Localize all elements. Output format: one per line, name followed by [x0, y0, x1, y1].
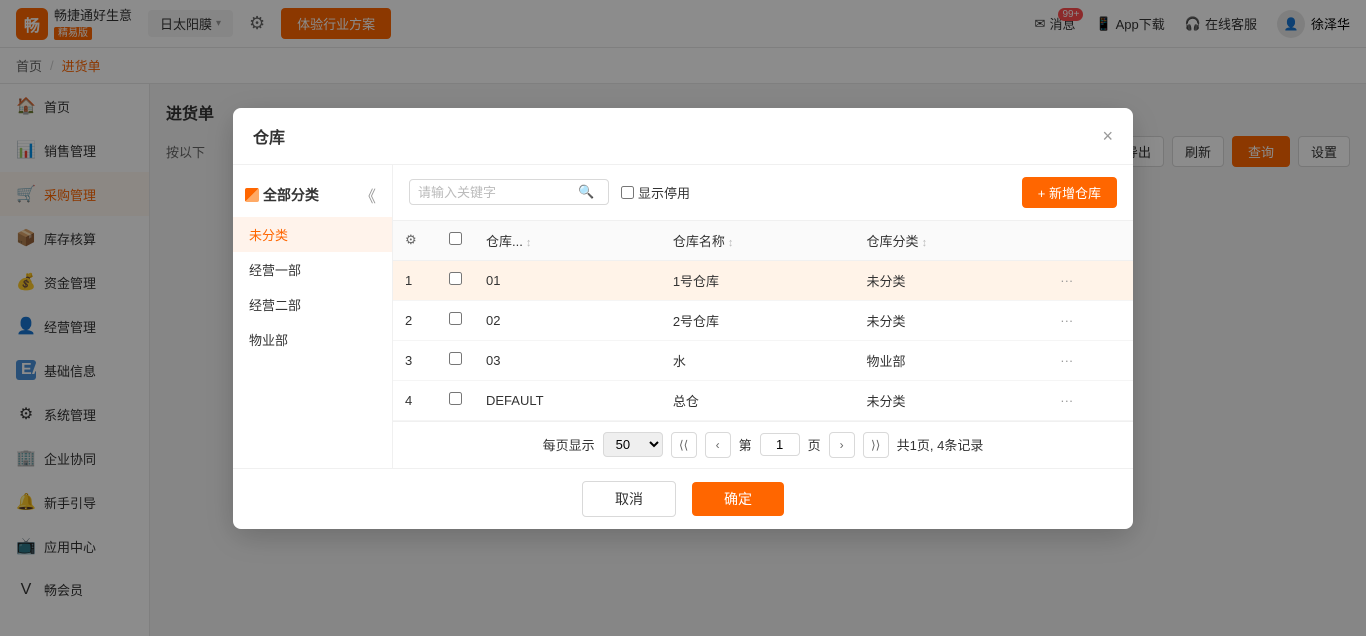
- search-icon[interactable]: 🔍: [578, 184, 594, 200]
- col-code-header[interactable]: 仓库...: [474, 221, 661, 261]
- add-warehouse-button[interactable]: + 新增仓库: [1022, 177, 1117, 208]
- row-category: 未分类: [855, 380, 1049, 420]
- row-checkbox[interactable]: [449, 352, 462, 365]
- close-icon[interactable]: ×: [1102, 127, 1113, 145]
- more-icon[interactable]: ···: [1060, 353, 1073, 368]
- row-checkbox-cell[interactable]: [437, 380, 474, 420]
- row-checkbox[interactable]: [449, 312, 462, 325]
- row-code: 01: [474, 260, 661, 300]
- warehouse-table-wrap: ⚙ 仓库... 仓库名称 仓库分类 1 01 1号仓库 未分类: [393, 221, 1133, 421]
- row-name: 1号仓库: [661, 260, 855, 300]
- category-item-property[interactable]: 物业部: [233, 322, 392, 357]
- modal-title: 仓库: [253, 124, 285, 148]
- category-label-1: 经营一部: [249, 263, 301, 278]
- next-page-button[interactable]: ›: [829, 432, 855, 458]
- category-title-text: 全部分类: [263, 185, 319, 205]
- modal-toolbar: 🔍 显示停用 + 新增仓库: [393, 165, 1133, 221]
- row-checkbox-cell[interactable]: [437, 260, 474, 300]
- warehouse-modal: 仓库 × 全部分类 《 未分类 经营一部: [233, 108, 1133, 529]
- more-icon[interactable]: ···: [1060, 393, 1073, 408]
- table-row[interactable]: 2 02 2号仓库 未分类 ···: [393, 300, 1133, 340]
- row-name: 水: [661, 340, 855, 380]
- row-code: DEFAULT: [474, 380, 661, 420]
- row-name: 2号仓库: [661, 300, 855, 340]
- select-all-checkbox[interactable]: [449, 232, 462, 245]
- row-index: 1: [393, 260, 437, 300]
- col-name-header[interactable]: 仓库名称: [661, 221, 855, 261]
- row-more-action[interactable]: ···: [1048, 380, 1133, 420]
- page-number-label: 第: [739, 435, 752, 454]
- row-name: 总仓: [661, 380, 855, 420]
- modal-action-footer: 取消 确定: [233, 468, 1133, 529]
- category-icon: [245, 188, 259, 202]
- category-item-ops1[interactable]: 经营一部: [233, 252, 392, 287]
- table-row[interactable]: 4 DEFAULT 总仓 未分类 ···: [393, 380, 1133, 420]
- row-code: 02: [474, 300, 661, 340]
- row-more-action[interactable]: ···: [1048, 260, 1133, 300]
- total-info: 共1页, 4条记录: [897, 435, 984, 454]
- show-disabled-checkbox[interactable]: [621, 186, 634, 199]
- more-icon[interactable]: ···: [1060, 273, 1073, 288]
- table-row[interactable]: 1 01 1号仓库 未分类 ···: [393, 260, 1133, 300]
- collapse-icon[interactable]: 《: [356, 181, 380, 209]
- per-page-select[interactable]: 50 100 200: [603, 432, 663, 457]
- row-category: 未分类: [855, 260, 1049, 300]
- modal-header: 仓库 ×: [233, 108, 1133, 165]
- warehouse-table: ⚙ 仓库... 仓库名称 仓库分类 1 01 1号仓库 未分类: [393, 221, 1133, 421]
- modal-overlay: 仓库 × 全部分类 《 未分类 经营一部: [0, 0, 1366, 636]
- col-gear[interactable]: ⚙: [393, 221, 437, 261]
- category-item-ops2[interactable]: 经营二部: [233, 287, 392, 322]
- modal-sidebar: 全部分类 《 未分类 经营一部 经营二部 物业部: [233, 165, 393, 468]
- category-item-uncategorized[interactable]: 未分类: [233, 217, 392, 252]
- first-page-button[interactable]: ⟨⟨: [671, 432, 697, 458]
- table-pagination: 每页显示 50 100 200 ⟨⟨ ‹ 第 页 › ⟩⟩ 共1页, 4条记录: [393, 421, 1133, 468]
- row-more-action[interactable]: ···: [1048, 340, 1133, 380]
- show-disabled-checkbox-label[interactable]: 显示停用: [621, 183, 690, 202]
- last-page-button[interactable]: ⟩⟩: [863, 432, 889, 458]
- row-checkbox-cell[interactable]: [437, 340, 474, 380]
- table-row[interactable]: 3 03 水 物业部 ···: [393, 340, 1133, 380]
- row-index: 2: [393, 300, 437, 340]
- more-icon[interactable]: ···: [1060, 313, 1073, 328]
- modal-sidebar-header: 全部分类 《: [233, 173, 392, 217]
- row-checkbox-cell[interactable]: [437, 300, 474, 340]
- modal-main: 🔍 显示停用 + 新增仓库 ⚙: [393, 165, 1133, 468]
- row-category: 物业部: [855, 340, 1049, 380]
- col-action-header: [1048, 221, 1133, 261]
- row-category: 未分类: [855, 300, 1049, 340]
- prev-page-button[interactable]: ‹: [705, 432, 731, 458]
- row-checkbox[interactable]: [449, 272, 462, 285]
- page-suffix: 页: [808, 435, 821, 454]
- category-label-0: 未分类: [249, 228, 288, 243]
- col-checkbox-header[interactable]: [437, 221, 474, 261]
- category-title: 全部分类: [245, 185, 319, 205]
- category-label-2: 经营二部: [249, 298, 301, 313]
- search-box[interactable]: 🔍: [409, 179, 609, 205]
- confirm-button[interactable]: 确定: [692, 482, 784, 516]
- row-checkbox[interactable]: [449, 392, 462, 405]
- row-code: 03: [474, 340, 661, 380]
- row-index: 4: [393, 380, 437, 420]
- category-label-3: 物业部: [249, 333, 288, 348]
- table-header-row: ⚙ 仓库... 仓库名称 仓库分类: [393, 221, 1133, 261]
- col-category-header[interactable]: 仓库分类: [855, 221, 1049, 261]
- search-input[interactable]: [418, 185, 578, 200]
- show-disabled-label: 显示停用: [638, 183, 690, 202]
- per-page-label: 每页显示: [543, 435, 595, 454]
- modal-body: 全部分类 《 未分类 经营一部 经营二部 物业部: [233, 165, 1133, 468]
- row-index: 3: [393, 340, 437, 380]
- row-more-action[interactable]: ···: [1048, 300, 1133, 340]
- cancel-button[interactable]: 取消: [582, 481, 676, 517]
- page-number-input[interactable]: [760, 433, 800, 456]
